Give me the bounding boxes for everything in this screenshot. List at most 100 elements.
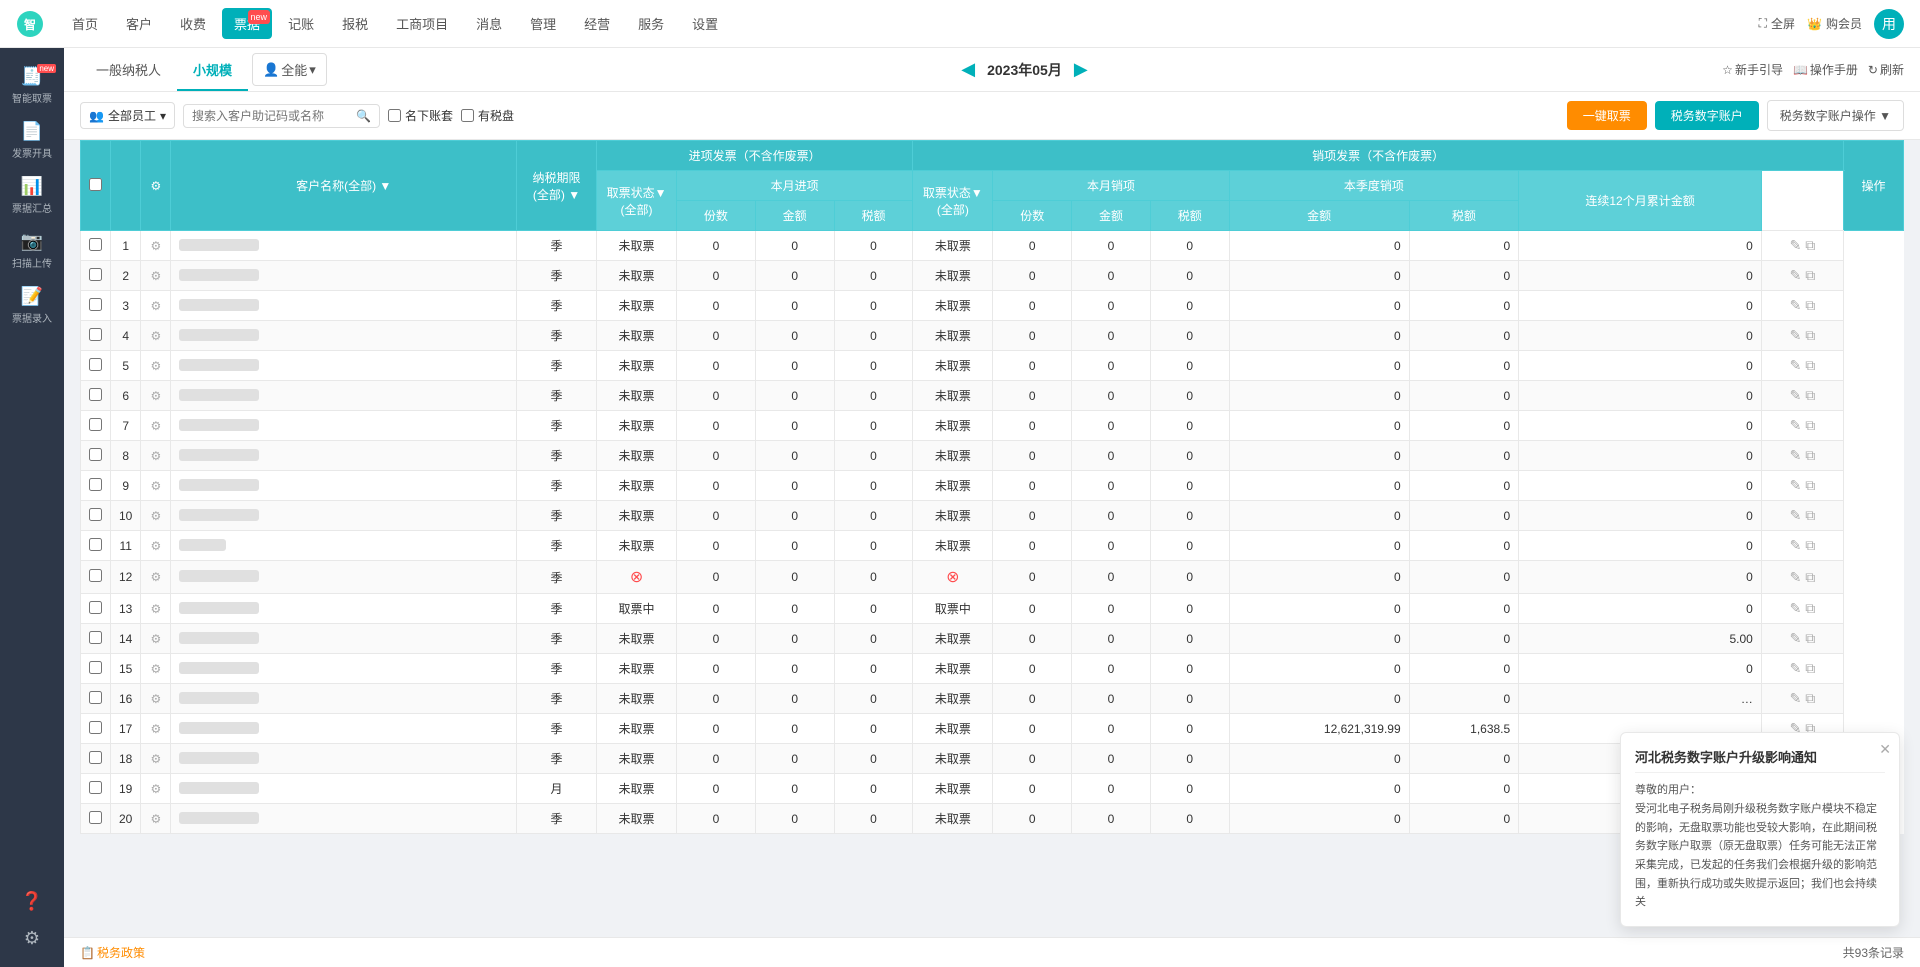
row-checkbox-cell[interactable] — [81, 501, 111, 531]
row-checkbox-cell[interactable] — [81, 411, 111, 441]
copy-icon[interactable]: ⧉ — [1805, 237, 1815, 254]
edit-icon[interactable]: ✎ — [1790, 237, 1802, 254]
row-checkbox[interactable] — [89, 721, 102, 734]
row-checkbox[interactable] — [89, 781, 102, 794]
edit-icon[interactable]: ✎ — [1790, 569, 1802, 586]
copy-icon[interactable]: ⧉ — [1805, 600, 1815, 617]
nav-accounting[interactable]: 记账 — [276, 8, 326, 39]
copy-icon[interactable]: ⧉ — [1805, 690, 1815, 707]
one-click-btn[interactable]: 一键取票 — [1567, 101, 1647, 130]
tax-account-btn[interactable]: 税务数字账户 — [1655, 101, 1759, 130]
sidebar-settings-bottom[interactable]: ⚙ — [0, 920, 64, 957]
row-checkbox-cell[interactable] — [81, 774, 111, 804]
customer-search[interactable]: 🔍 — [183, 104, 380, 128]
edit-icon[interactable]: ✎ — [1790, 630, 1802, 647]
edit-icon[interactable]: ✎ — [1790, 357, 1802, 374]
row-checkbox[interactable] — [89, 478, 102, 491]
row-checkbox-cell[interactable] — [81, 351, 111, 381]
edit-icon[interactable]: ✎ — [1790, 537, 1802, 554]
row-settings[interactable]: ⚙ — [141, 774, 171, 804]
row-settings[interactable]: ⚙ — [141, 441, 171, 471]
row-checkbox-cell[interactable] — [81, 441, 111, 471]
row-checkbox-cell[interactable] — [81, 804, 111, 834]
app-logo[interactable]: 智 — [16, 10, 44, 38]
row-settings[interactable]: ⚙ — [141, 411, 171, 441]
tax-policy-link[interactable]: 📋 税务政策 — [80, 944, 145, 961]
th-customer[interactable]: 客户名称(全部) ▼ — [171, 141, 517, 231]
row-settings[interactable]: ⚙ — [141, 654, 171, 684]
row-checkbox[interactable] — [89, 569, 102, 582]
nav-home[interactable]: 首页 — [60, 8, 110, 39]
row-checkbox-cell[interactable] — [81, 654, 111, 684]
row-settings[interactable]: ⚙ — [141, 804, 171, 834]
row-settings[interactable]: ⚙ — [141, 561, 171, 594]
edit-icon[interactable]: ✎ — [1790, 387, 1802, 404]
copy-icon[interactable]: ⧉ — [1805, 297, 1815, 314]
row-checkbox-cell[interactable] — [81, 624, 111, 654]
row-settings[interactable]: ⚙ — [141, 231, 171, 261]
edit-icon[interactable]: ✎ — [1790, 660, 1802, 677]
row-checkbox-cell[interactable] — [81, 744, 111, 774]
select-all-checkbox[interactable] — [89, 178, 102, 191]
row-checkbox-cell[interactable] — [81, 561, 111, 594]
row-checkbox-cell[interactable] — [81, 531, 111, 561]
refresh-link[interactable]: ↻ 刷新 — [1868, 61, 1904, 78]
row-checkbox[interactable] — [89, 661, 102, 674]
th-tax-period[interactable]: 纳税期限(全部) ▼ — [517, 141, 597, 231]
nav-manage[interactable]: 管理 — [518, 8, 568, 39]
under-account-check[interactable] — [388, 109, 401, 122]
row-checkbox[interactable] — [89, 538, 102, 551]
popup-close-btn[interactable]: ✕ — [1879, 741, 1891, 758]
row-checkbox-cell[interactable] — [81, 321, 111, 351]
copy-icon[interactable]: ⧉ — [1805, 507, 1815, 524]
copy-icon[interactable]: ⧉ — [1805, 417, 1815, 434]
under-account-checkbox[interactable]: 名下账套 — [388, 107, 453, 124]
row-settings[interactable]: ⚙ — [141, 321, 171, 351]
row-checkbox[interactable] — [89, 328, 102, 341]
th-out-status[interactable]: 取票状态▼(全部) — [913, 171, 993, 231]
new-guide-link[interactable]: ☆ 新手引导 — [1722, 61, 1783, 78]
nav-message[interactable]: 消息 — [464, 8, 514, 39]
fullscreen-btn[interactable]: ⛶ 全屏 — [1759, 15, 1795, 32]
row-settings[interactable]: ⚙ — [141, 684, 171, 714]
copy-icon[interactable]: ⧉ — [1805, 387, 1815, 404]
prev-month-btn[interactable]: ◀ — [961, 59, 975, 80]
edit-icon[interactable]: ✎ — [1790, 507, 1802, 524]
edit-icon[interactable]: ✎ — [1790, 417, 1802, 434]
sidebar-item-scan[interactable]: 📷 扫描上传 — [0, 223, 64, 278]
row-settings[interactable]: ⚙ — [141, 744, 171, 774]
edit-icon[interactable]: ✎ — [1790, 447, 1802, 464]
row-checkbox[interactable] — [89, 691, 102, 704]
edit-icon[interactable]: ✎ — [1790, 267, 1802, 284]
copy-icon[interactable]: ⧉ — [1805, 660, 1815, 677]
has-tax-disk-checkbox[interactable]: 有税盘 — [461, 107, 514, 124]
row-checkbox[interactable] — [89, 751, 102, 764]
row-checkbox[interactable] — [89, 298, 102, 311]
tab-all-capable[interactable]: 👤 全能 ▾ — [252, 53, 327, 86]
edit-icon[interactable]: ✎ — [1790, 600, 1802, 617]
row-checkbox-cell[interactable] — [81, 381, 111, 411]
row-settings[interactable]: ⚙ — [141, 624, 171, 654]
nav-operation[interactable]: 经营 — [572, 8, 622, 39]
member-btn[interactable]: 👑 购会员 — [1807, 15, 1862, 32]
sidebar-help[interactable]: ❓ — [0, 883, 64, 920]
row-checkbox-cell[interactable] — [81, 261, 111, 291]
sidebar-item-smart-ticket[interactable]: 🧾 智能取票 new — [0, 58, 64, 113]
sidebar-item-entry[interactable]: 📝 票据录入 — [0, 278, 64, 333]
copy-icon[interactable]: ⧉ — [1805, 569, 1815, 586]
row-settings[interactable]: ⚙ — [141, 351, 171, 381]
row-settings[interactable]: ⚙ — [141, 531, 171, 561]
edit-icon[interactable]: ✎ — [1790, 690, 1802, 707]
copy-icon[interactable]: ⧉ — [1805, 630, 1815, 647]
row-checkbox-cell[interactable] — [81, 471, 111, 501]
edit-icon[interactable]: ✎ — [1790, 297, 1802, 314]
copy-icon[interactable]: ⧉ — [1805, 357, 1815, 374]
row-checkbox[interactable] — [89, 238, 102, 251]
manual-link[interactable]: 📖 操作手册 — [1793, 61, 1858, 78]
sidebar-item-open-invoice[interactable]: 📄 发票开具 — [0, 113, 64, 168]
row-checkbox-cell[interactable] — [81, 684, 111, 714]
copy-icon[interactable]: ⧉ — [1805, 537, 1815, 554]
row-checkbox[interactable] — [89, 268, 102, 281]
row-settings[interactable]: ⚙ — [141, 501, 171, 531]
tab-general-taxpayer[interactable]: 一般纳税人 — [80, 50, 177, 91]
